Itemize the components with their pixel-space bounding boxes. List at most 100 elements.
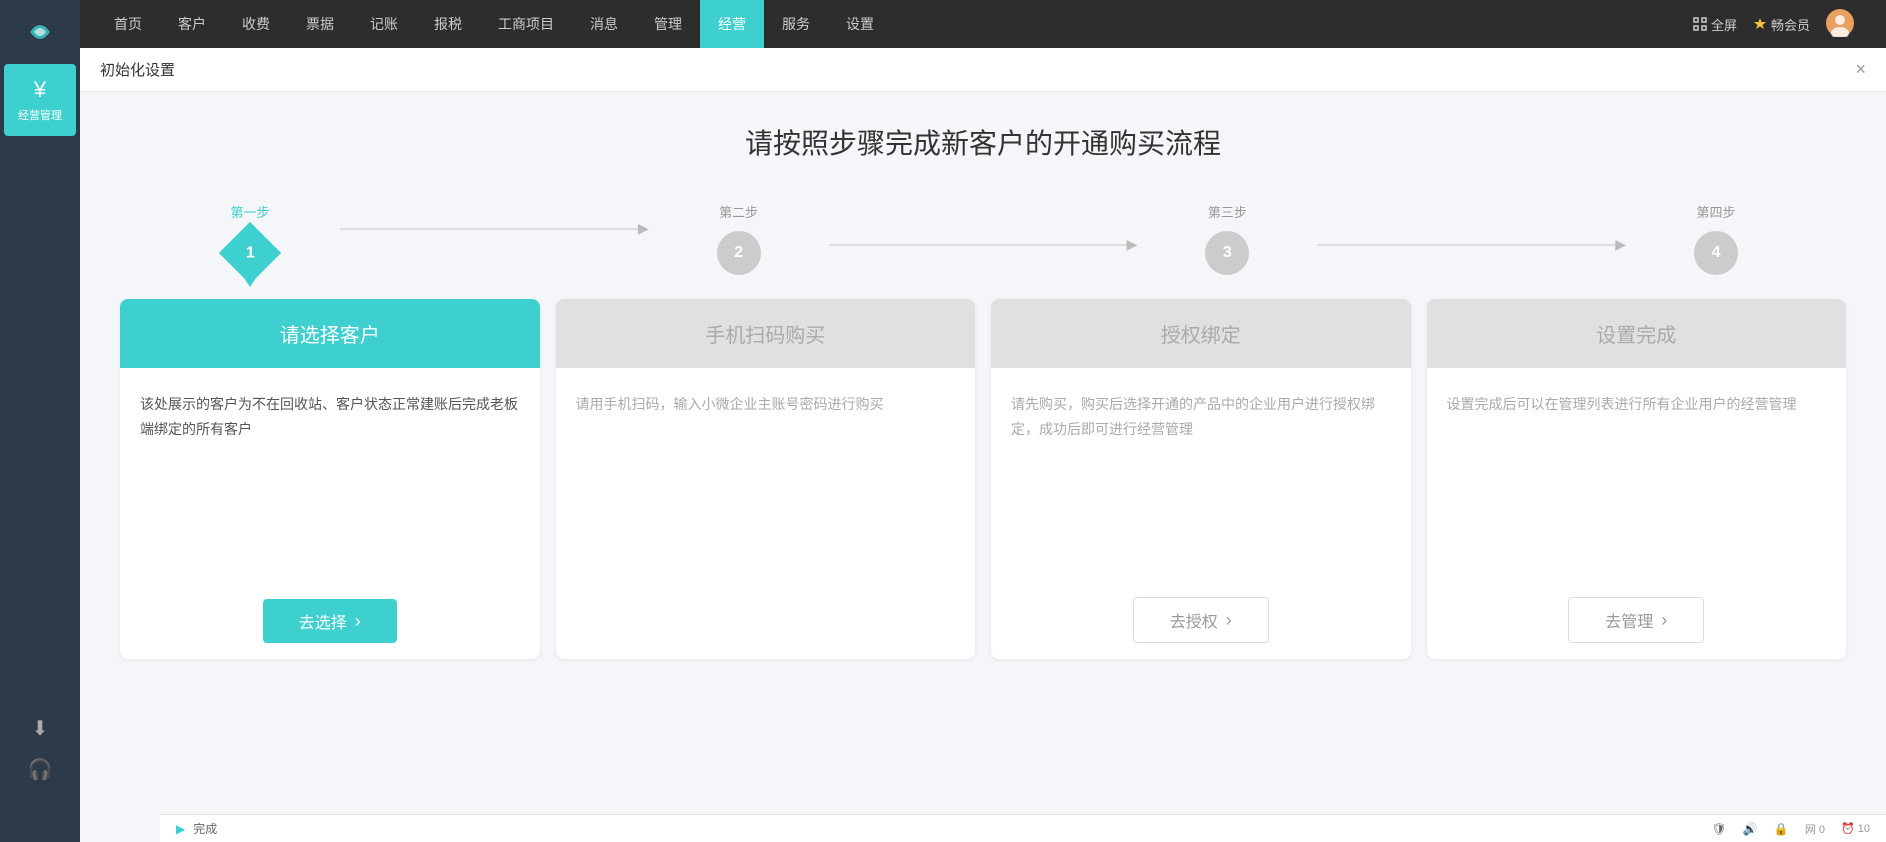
sidebar-item-label: 经营管理 (18, 107, 62, 123)
step-4: 第四步 4 (1626, 202, 1806, 275)
arrow-3: ▶ (1615, 236, 1626, 253)
step-4-circle: 4 (1694, 231, 1738, 275)
nav-item-customer[interactable]: 客户 (160, 0, 224, 48)
shield-icon: 🛡 (1712, 822, 1727, 836)
nav-item-home[interactable]: 首页 (96, 0, 160, 48)
step-3-number: 3 (1223, 244, 1232, 262)
card-4-title: 设置完成 (1596, 325, 1676, 347)
main-wrapper: 首页 客户 收费 票据 记账 报税 工商项目 消息 管理 经营 服务 设置 全屏… (80, 0, 1886, 842)
connector-3: ▶ (1317, 237, 1626, 253)
nav-right-actions: 全屏 畅会员 (1693, 9, 1870, 40)
card-2: 手机扫码购买 请用手机扫码，输入小微企业主账号密码进行购买 (556, 299, 976, 659)
page-header: 初始化设置 × (80, 48, 1886, 92)
card-4-body: 设置完成后可以在管理列表进行所有企业用户的经营管理 (1427, 368, 1847, 581)
card-2-text: 请用手机扫码，输入小微企业主账号密码进行购买 (576, 396, 884, 412)
step-2-circle: 2 (717, 231, 761, 275)
connector-1: ▶ (340, 221, 649, 237)
card-1-text: 该处展示的客户为不在回收站、客户状态正常建账后完成老板端绑定的所有客户 (140, 396, 518, 437)
card-3-title: 授权绑定 (1161, 325, 1241, 347)
connector-line-3 (1317, 244, 1615, 246)
go-auth-button[interactable]: 去授权 › (1133, 597, 1269, 643)
go-auth-label: 去授权 (1170, 608, 1218, 632)
content-area: 请按照步骤完成新客户的开通购买流程 第一步 1 ▶ 第二步 (80, 92, 1886, 842)
step-3-circle: 3 (1205, 231, 1249, 275)
step-1-circle-wrap: 1 (228, 231, 272, 275)
yen-icon: ¥ (34, 77, 46, 103)
card-3: 授权绑定 请先购买，购买后选择开通的产品中的企业用户进行授权绑定，成功后即可进行… (991, 299, 1411, 659)
step-1-label: 第一步 (230, 202, 269, 221)
step-1: 第一步 1 (160, 202, 340, 275)
card-2-title: 手机扫码购买 (705, 325, 825, 347)
card-4-header: 设置完成 (1427, 299, 1847, 368)
top-navigation: 首页 客户 收费 票据 记账 报税 工商项目 消息 管理 经营 服务 设置 全屏… (80, 0, 1886, 48)
sidebar-bottom: ⬇ 🎧 (28, 716, 53, 782)
lock-icon: 🔒 (1774, 822, 1789, 836)
nav-items: 首页 客户 收费 票据 记账 报税 工商项目 消息 管理 经营 服务 设置 (96, 0, 1693, 48)
fullscreen-icon[interactable]: 全屏 (1693, 15, 1737, 34)
card-1-header: 请选择客户 (120, 299, 540, 368)
nav-item-admin[interactable]: 管理 (636, 0, 700, 48)
nav-item-message[interactable]: 消息 (572, 0, 636, 48)
network-icon: 网 0 (1805, 821, 1825, 837)
card-1-body: 该处展示的客户为不在回收站、客户状态正常建账后完成老板端绑定的所有客户 (120, 368, 540, 583)
step-2: 第二步 2 (649, 202, 829, 275)
vip-label: 畅会员 (1771, 15, 1810, 34)
nav-item-business[interactable]: 工商项目 (480, 0, 572, 48)
nav-item-invoice[interactable]: 票据 (288, 0, 352, 48)
steps-row: 第一步 1 ▶ 第二步 2 (120, 202, 1846, 275)
nav-item-tax[interactable]: 报税 (416, 0, 480, 48)
page-title: 初始化设置 (100, 59, 175, 80)
step-4-number: 4 (1712, 244, 1721, 262)
main-title: 请按照步骤完成新客户的开通购买流程 (120, 122, 1846, 162)
nav-item-operation[interactable]: 经营 (700, 0, 764, 48)
status-bar: ▶ 完成 🛡 🔊 🔒 网 0 ⏰ 10 (160, 814, 1886, 842)
card-1-footer: 去选择 › (120, 583, 540, 659)
step-2-number: 2 (734, 244, 743, 262)
connector-line-2 (829, 244, 1127, 246)
go-auth-arrow: › (1226, 610, 1232, 631)
step-3: 第三步 3 (1137, 202, 1317, 275)
go-select-button[interactable]: 去选择 › (263, 599, 397, 643)
connector-line-1 (340, 228, 638, 230)
card-2-footer (556, 627, 976, 659)
vip-button[interactable]: 畅会员 (1753, 15, 1810, 34)
card-3-text: 请先购买，购买后选择开通的产品中的企业用户进行授权绑定，成功后即可进行经营管理 (1011, 396, 1375, 437)
status-label: 完成 (193, 820, 217, 837)
card-4-text: 设置完成后可以在管理列表进行所有企业用户的经营管理 (1447, 396, 1797, 412)
go-manage-label: 去管理 (1605, 608, 1653, 632)
card-3-body: 请先购买，购买后选择开通的产品中的企业用户进行授权绑定，成功后即可进行经营管理 (991, 368, 1411, 581)
user-avatar[interactable] (1826, 9, 1854, 40)
close-button[interactable]: × (1855, 59, 1866, 80)
card-3-footer: 去授权 › (991, 581, 1411, 659)
headset-icon[interactable]: 🎧 (28, 757, 53, 782)
play-button[interactable]: ▶ (176, 822, 185, 836)
step-4-label: 第四步 (1697, 202, 1736, 221)
step-3-label: 第三步 (1208, 202, 1247, 221)
sidebar-item-jingying[interactable]: ¥ 经营管理 (4, 64, 76, 136)
cards-container: 请选择客户 该处展示的客户为不在回收站、客户状态正常建账后完成老板端绑定的所有客… (120, 299, 1846, 659)
nav-item-service[interactable]: 服务 (764, 0, 828, 48)
card-4-footer: 去管理 › (1427, 581, 1847, 659)
volume-icon: 🔊 (1743, 822, 1758, 836)
status-bar-right: 🛡 🔊 🔒 网 0 ⏰ 10 (1712, 821, 1870, 837)
card-3-header: 授权绑定 (991, 299, 1411, 368)
card-2-header: 手机扫码购买 (556, 299, 976, 368)
download-icon[interactable]: ⬇ (32, 716, 49, 741)
go-select-label: 去选择 (299, 609, 347, 633)
sidebar-logo (16, 8, 64, 56)
nav-item-fee[interactable]: 收费 (224, 0, 288, 48)
go-manage-button[interactable]: 去管理 › (1568, 597, 1704, 643)
nav-item-bookkeeping[interactable]: 记账 (352, 0, 416, 48)
go-manage-arrow: › (1661, 610, 1667, 631)
step-1-pointer (242, 275, 258, 287)
sidebar: ¥ 经营管理 ⬇ 🎧 (0, 0, 80, 842)
fullscreen-label: 全屏 (1711, 15, 1737, 34)
nav-item-settings[interactable]: 设置 (828, 0, 892, 48)
arrow-2: ▶ (1127, 236, 1138, 253)
step-1-number: 1 (246, 244, 255, 262)
card-1-title: 请选择客户 (280, 325, 380, 347)
card-1: 请选择客户 该处展示的客户为不在回收站、客户状态正常建账后完成老板端绑定的所有客… (120, 299, 540, 659)
arrow-1: ▶ (638, 220, 649, 237)
step-2-label: 第二步 (719, 202, 758, 221)
connector-2: ▶ (829, 237, 1138, 253)
